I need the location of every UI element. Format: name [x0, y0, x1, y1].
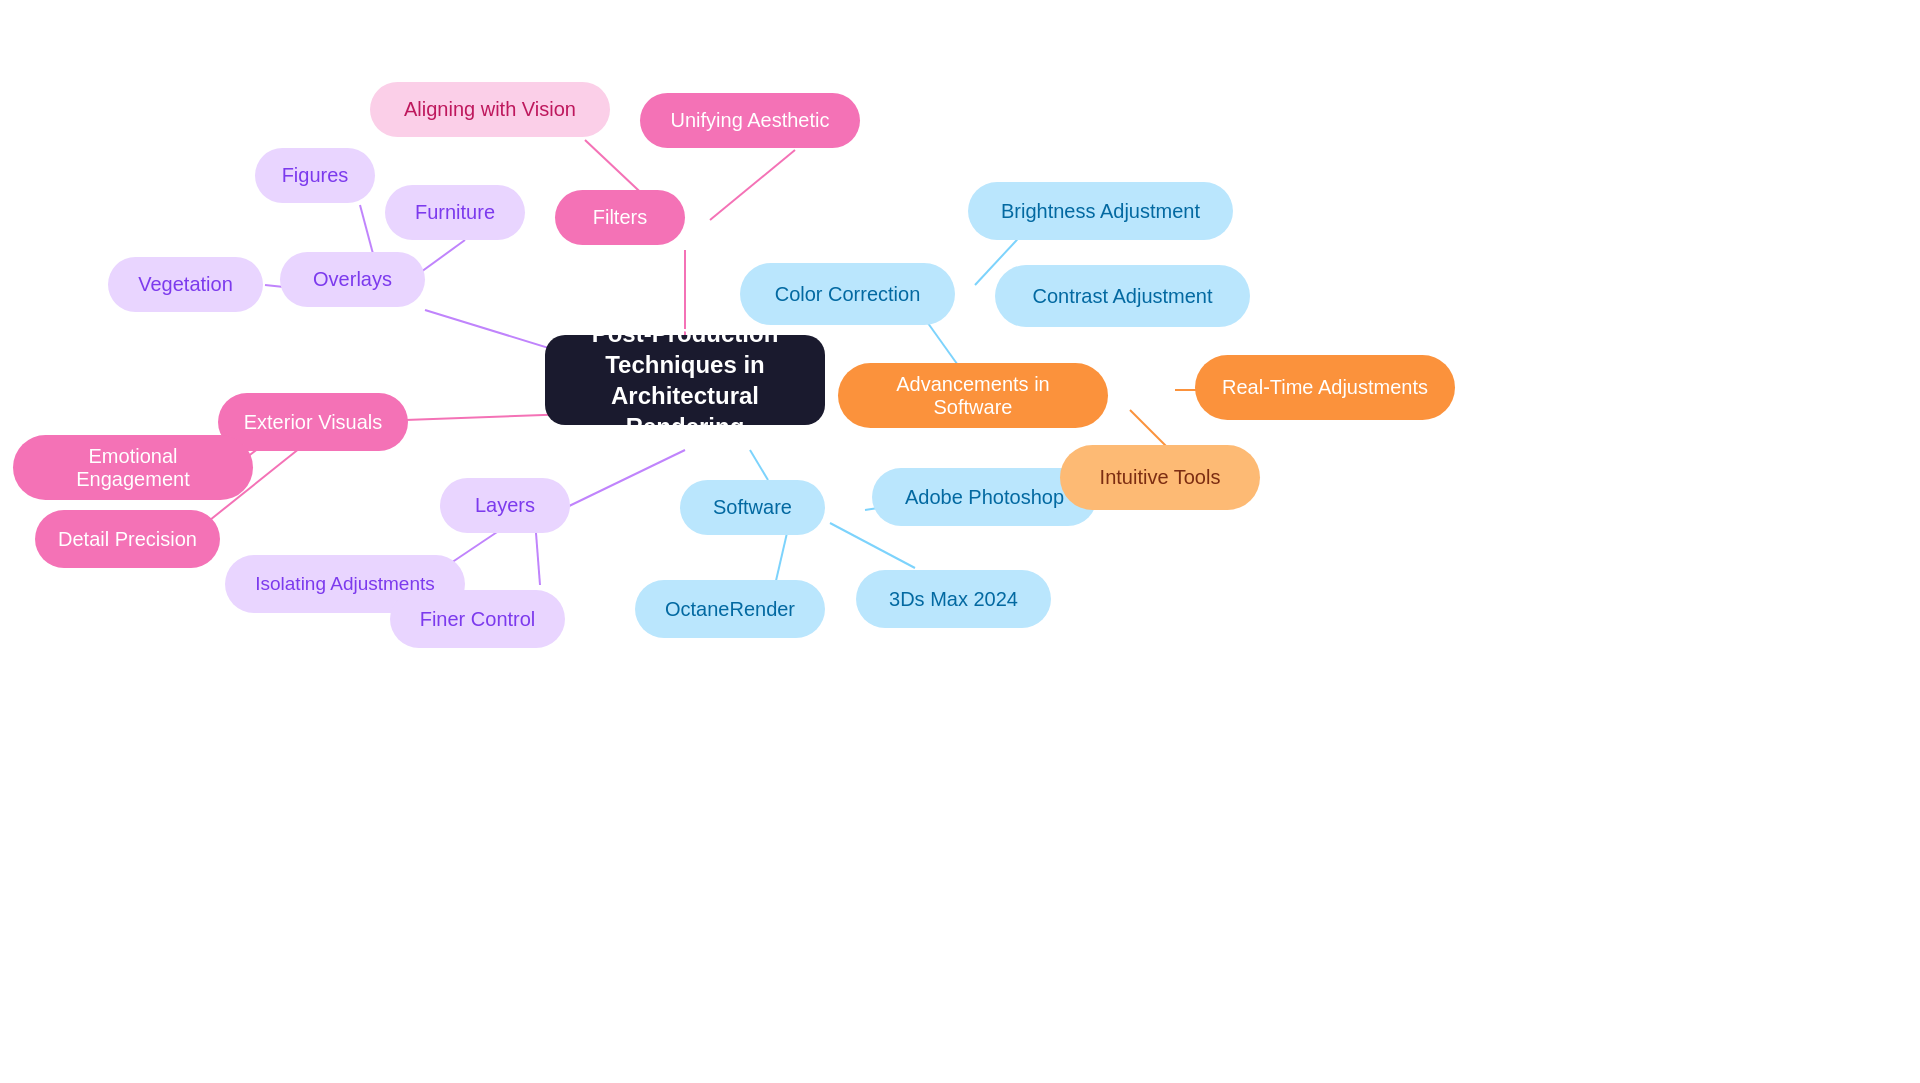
furniture-node[interactable]: Furniture — [385, 185, 525, 240]
svg-line-13 — [750, 450, 768, 480]
vegetation-label: Vegetation — [138, 273, 233, 296]
color-correction-node[interactable]: Color Correction — [740, 263, 955, 325]
overlays-label: Overlays — [313, 268, 392, 291]
contrast-label: Contrast Adjustment — [1032, 285, 1212, 308]
real-time-adjustments-node[interactable]: Real-Time Adjustments — [1195, 355, 1455, 420]
brightness-adjustment-node[interactable]: Brightness Adjustment — [968, 182, 1233, 240]
three-ds-max-node[interactable]: 3Ds Max 2024 — [856, 570, 1051, 628]
exterior-visuals-node[interactable]: Exterior Visuals — [218, 393, 408, 451]
detail-precision-label: Detail Precision — [58, 528, 197, 551]
advancements-label: Advancements in Software — [858, 373, 1088, 419]
intuitive-tools-node[interactable]: Intuitive Tools — [1060, 445, 1260, 510]
emotional-engagement-label: Emotional Engagement — [33, 445, 233, 491]
center-node[interactable]: Post-Production Techniques in Architectu… — [545, 335, 825, 425]
color-correction-label: Color Correction — [775, 283, 921, 306]
intuitive-tools-label: Intuitive Tools — [1100, 466, 1221, 489]
unifying-aesthetic-node[interactable]: Unifying Aesthetic — [640, 93, 860, 148]
figures-label: Figures — [282, 164, 349, 187]
svg-line-2 — [710, 150, 795, 220]
svg-line-10 — [565, 450, 685, 508]
exterior-visuals-label: Exterior Visuals — [244, 411, 383, 434]
layers-label: Layers — [475, 494, 535, 517]
figures-node[interactable]: Figures — [255, 148, 375, 203]
detail-precision-node[interactable]: Detail Precision — [35, 510, 220, 568]
software-node[interactable]: Software — [680, 480, 825, 535]
filters-node[interactable]: Filters — [555, 190, 685, 245]
brightness-label: Brightness Adjustment — [1001, 200, 1200, 223]
center-label: Post-Production Techniques in Architectu… — [565, 318, 805, 443]
adobe-photoshop-label: Adobe Photoshop — [905, 486, 1064, 509]
unifying-label: Unifying Aesthetic — [671, 109, 830, 132]
finer-control-node[interactable]: Finer Control — [390, 590, 565, 648]
svg-line-16 — [830, 523, 915, 568]
finer-control-label: Finer Control — [420, 608, 536, 631]
layers-node[interactable]: Layers — [440, 478, 570, 533]
overlays-node[interactable]: Overlays — [280, 252, 425, 307]
octane-render-node[interactable]: OctaneRender — [635, 580, 825, 638]
aligning-label: Aligning with Vision — [404, 98, 576, 121]
advancements-node[interactable]: Advancements in Software — [838, 363, 1108, 428]
filters-label: Filters — [593, 206, 647, 229]
octane-render-label: OctaneRender — [665, 598, 795, 621]
furniture-label: Furniture — [415, 201, 495, 224]
aligning-with-vision-node[interactable]: Aligning with Vision — [370, 82, 610, 137]
three-ds-max-label: 3Ds Max 2024 — [889, 588, 1018, 611]
real-time-label: Real-Time Adjustments — [1222, 376, 1428, 399]
vegetation-node[interactable]: Vegetation — [108, 257, 263, 312]
contrast-adjustment-node[interactable]: Contrast Adjustment — [995, 265, 1250, 327]
emotional-engagement-node[interactable]: Emotional Engagement — [13, 435, 253, 500]
software-label: Software — [713, 496, 792, 519]
